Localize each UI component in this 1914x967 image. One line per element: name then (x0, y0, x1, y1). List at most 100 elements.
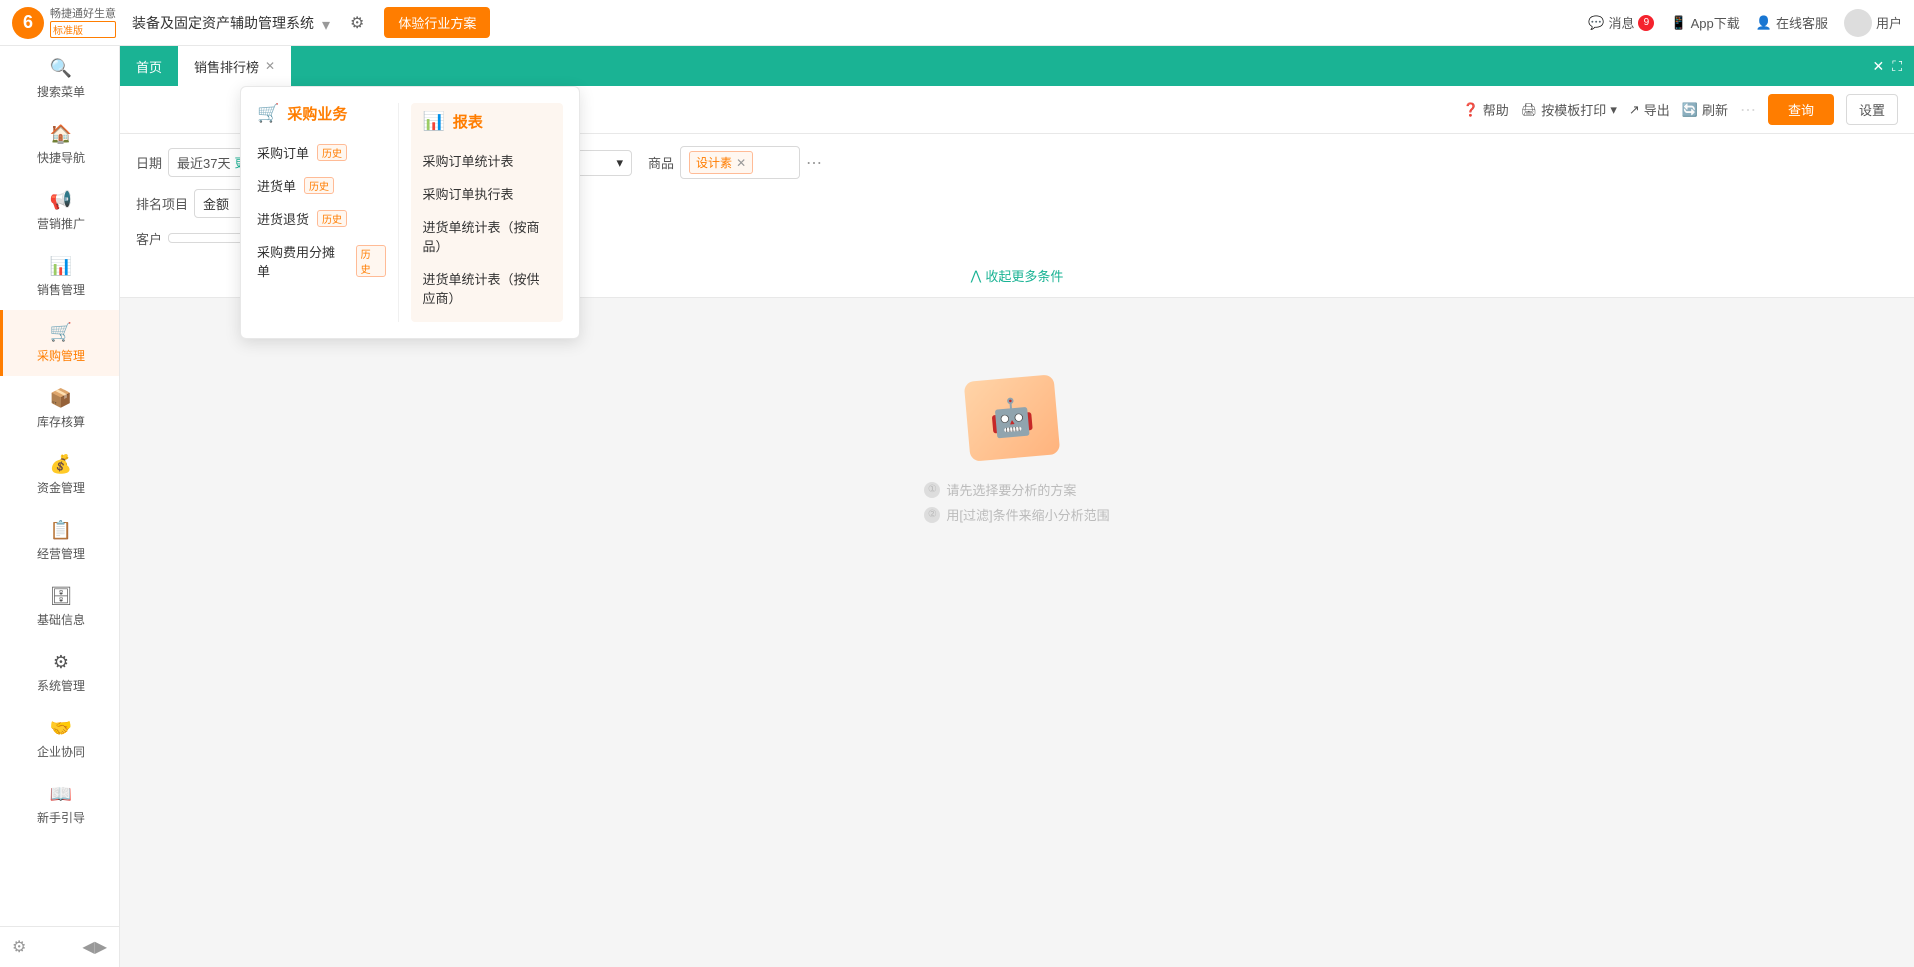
goods-tag-close[interactable]: ✕ (736, 156, 746, 170)
tab-bar-right: ✕ ⛶ (1872, 58, 1914, 75)
print-label: 按模板打印 (1541, 100, 1606, 119)
query-button[interactable]: 查询 (1768, 94, 1834, 125)
menu-item-return[interactable]: 进货退货 历史 (257, 202, 386, 235)
report-menu-title-text: 报表 (453, 111, 483, 132)
date-value: 最近37天 (177, 153, 230, 172)
help-action[interactable]: ❓ 帮助 (1463, 100, 1509, 119)
sidebar-label-system: 系统管理 (37, 677, 85, 694)
tab-sales-rank[interactable]: 销售排行榜 ✕ (178, 46, 291, 86)
sidebar-label-guide: 新手引导 (37, 809, 85, 826)
message-label: 消息 (1608, 13, 1634, 32)
system-dropdown-arrow[interactable]: ▾ (322, 15, 338, 31)
system-title-area: 装备及固定资产辅助管理系统 ▾ ⚙ 体验行业方案 (132, 7, 1588, 38)
message-icon: 💬 (1588, 15, 1604, 31)
rank-label: 排名项目 (136, 194, 188, 213)
collapse-button[interactable]: ⋀ 收起更多条件 (971, 266, 1064, 285)
sidebar-label-enterprise: 企业协同 (37, 743, 85, 760)
basic-icon: 🗄 (50, 586, 73, 607)
sidebar-item-inventory[interactable]: 📦 库存核算 (0, 376, 119, 442)
operation-icon: 📋 (50, 520, 72, 541)
goods-tag-text: 设计素 (696, 154, 732, 171)
sidebar-item-basic[interactable]: 🗄 基础信息 (0, 574, 119, 640)
system-icon: ⚙ (53, 652, 69, 673)
export-action[interactable]: ↗ 导出 (1629, 100, 1670, 119)
goods-input[interactable]: 设计素 ✕ (680, 146, 800, 179)
report-menu-icon: 📊 (423, 111, 445, 132)
message-action[interactable]: 💬 消息 9 (1588, 13, 1654, 32)
help-icon: ❓ (1463, 102, 1479, 118)
empty-state: 🤖 ① 请先选择要分析的方案 ② 用[过滤]条件来缩小分析范围 (120, 298, 1914, 604)
app-download-action[interactable]: 📱 App下载 (1670, 13, 1739, 32)
goods-more-dots[interactable]: ⋯ (806, 153, 822, 173)
sidebar: 🔍 搜索菜单 🏠 快捷导航 📢 营销推广 📊 销售管理 🛒 采购管理 📦 库存核… (0, 46, 120, 967)
print-dropdown-icon[interactable]: ▾ (1610, 102, 1617, 118)
tab-close-icon[interactable]: ✕ (265, 59, 275, 73)
sidebar-item-system[interactable]: ⚙ 系统管理 (0, 640, 119, 706)
logo-area: 6 畅捷通好生意 标准版 (12, 7, 132, 39)
export-label: 导出 (1644, 100, 1670, 119)
sidebar-item-marketing[interactable]: 📢 营销推广 (0, 178, 119, 244)
incoming-by-supplier-label: 进货单统计表（按供应商） (423, 272, 540, 306)
menu-item-fee-spread[interactable]: 采购费用分摊单 历史 (257, 235, 386, 287)
incoming-by-goods-label: 进货单统计表（按商品） (423, 220, 540, 254)
sidebar-label-operation: 经营管理 (37, 545, 85, 562)
refresh-action[interactable]: 🔄 刷新 (1682, 100, 1728, 119)
print-action[interactable]: 🖨 按模板打印 ▾ (1521, 100, 1617, 119)
tab-home[interactable]: 首页 (120, 46, 178, 86)
date-filter-label: 日期 (136, 153, 162, 172)
purchase-order-history[interactable]: 历史 (317, 144, 347, 161)
app-download-label: App下载 (1691, 13, 1740, 32)
tab-close-window-icon[interactable]: ✕ (1872, 58, 1884, 75)
sales-icon: 📊 (50, 256, 72, 277)
menu-divider (398, 103, 399, 322)
user-action[interactable]: 用户 (1844, 9, 1902, 37)
menu-item-purchase-order[interactable]: 采购订单 历史 (257, 136, 386, 169)
try-industry-button[interactable]: 体验行业方案 (384, 7, 490, 38)
sidebar-item-guide[interactable]: 📖 新手引导 (0, 772, 119, 838)
enterprise-icon: 🤝 (50, 718, 72, 739)
purchase-menu-title-text: 采购业务 (287, 103, 347, 124)
settings-button[interactable]: 设置 (1846, 94, 1898, 125)
tab-maximize-icon[interactable]: ⛶ (1892, 58, 1902, 75)
return-history[interactable]: 历史 (317, 210, 347, 227)
system-settings-icon[interactable]: ⚙ (350, 13, 364, 33)
purchase-menu-icon: 🛒 (257, 103, 279, 124)
guide-icon: 📖 (50, 784, 72, 805)
sidebar-item-operation[interactable]: 📋 经营管理 (0, 508, 119, 574)
menu-item-order-stats[interactable]: 采购订单统计表 (423, 144, 552, 177)
sidebar-item-enterprise[interactable]: 🤝 企业协同 (0, 706, 119, 772)
fee-spread-history[interactable]: 历史 (356, 245, 386, 277)
online-service-action[interactable]: 👤 在线客服 (1756, 13, 1828, 32)
logo-icon: 6 (12, 7, 44, 39)
inventory-icon: 📦 (50, 388, 72, 409)
top-header: 6 畅捷通好生意 标准版 装备及固定资产辅助管理系统 ▾ ⚙ 体验行业方案 💬 … (0, 0, 1914, 46)
sidebar-settings-icon[interactable]: ⚙ (12, 937, 26, 957)
logo-badge: 标准版 (50, 21, 116, 38)
menu-item-incoming[interactable]: 进货单 历史 (257, 169, 386, 202)
search-icon: 🔍 (50, 58, 72, 79)
fee-spread-label: 采购费用分摊单 (257, 242, 348, 280)
user-label: 用户 (1876, 13, 1902, 32)
sidebar-item-quick[interactable]: 🏠 快捷导航 (0, 112, 119, 178)
empty-hint-2: ② 用[过滤]条件来缩小分析范围 (924, 505, 1109, 524)
menu-item-order-exec[interactable]: 采购订单执行表 (423, 177, 552, 210)
incoming-label: 进货单 (257, 176, 296, 195)
report-menu-title: 📊 报表 (423, 111, 552, 132)
sidebar-item-search[interactable]: 🔍 搜索菜单 (0, 46, 119, 112)
sidebar-collapse-icon[interactable]: ◀▶ (82, 937, 107, 957)
sidebar-label-purchase: 采购管理 (37, 347, 85, 364)
hint-2-icon: ② (924, 507, 940, 523)
incoming-history[interactable]: 历史 (304, 177, 334, 194)
sidebar-item-purchase[interactable]: 🛒 采购管理 (0, 310, 119, 376)
empty-text-block: ① 请先选择要分析的方案 ② 用[过滤]条件来缩小分析范围 (924, 480, 1109, 524)
refresh-label: 刷新 (1702, 100, 1728, 119)
sidebar-item-finance[interactable]: 💰 资金管理 (0, 442, 119, 508)
message-badge: 9 (1638, 15, 1654, 31)
menu-item-incoming-by-goods[interactable]: 进货单统计表（按商品） (423, 210, 552, 262)
sidebar-item-sales[interactable]: 📊 销售管理 (0, 244, 119, 310)
online-service-label: 在线客服 (1776, 13, 1828, 32)
sidebar-label-marketing: 营销推广 (37, 215, 85, 232)
phone-icon: 📱 (1670, 15, 1686, 31)
order-stats-label: 采购订单统计表 (423, 154, 514, 169)
menu-item-incoming-by-supplier[interactable]: 进货单统计表（按供应商） (423, 262, 552, 314)
